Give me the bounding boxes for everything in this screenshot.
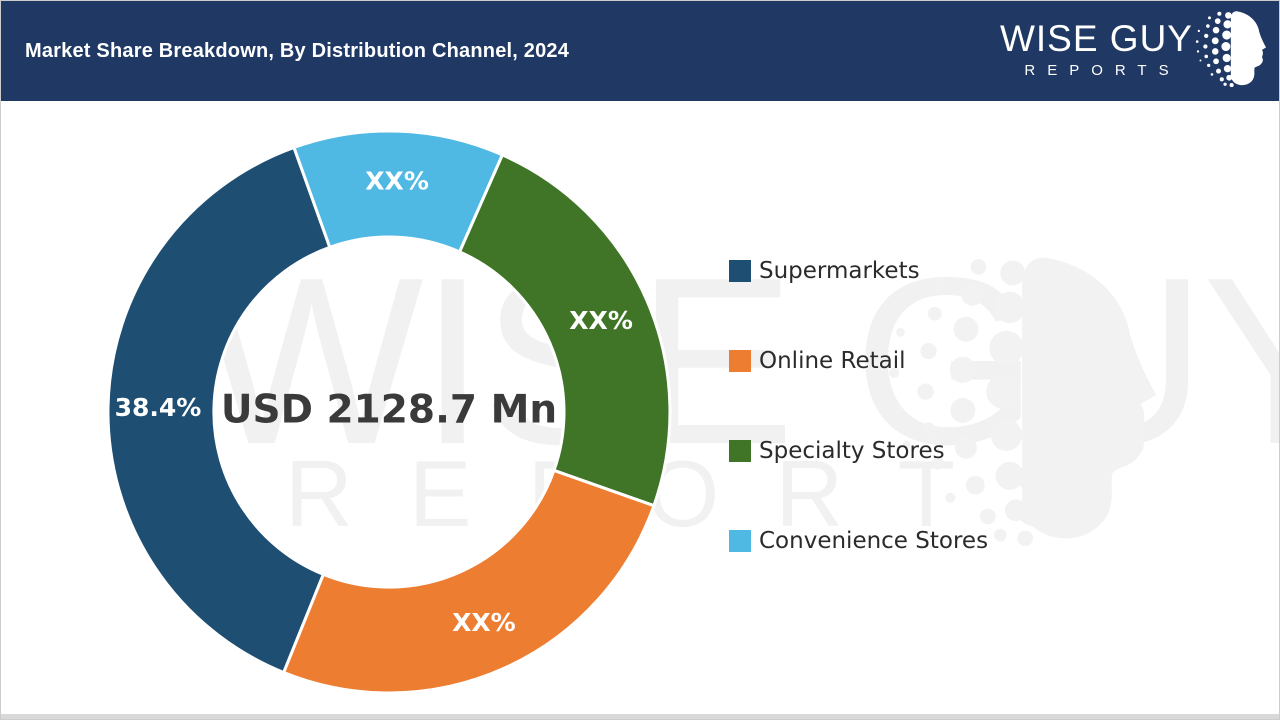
legend-swatch-supermarkets [729, 260, 751, 282]
logo-wordmark: WISE GUY [999, 18, 1193, 60]
legend-item-supermarkets: Supermarkets [729, 257, 988, 285]
donut-segment-specialty-stores [458, 153, 672, 508]
legend-item-specialty-stores: Specialty Stores [729, 437, 988, 465]
legend-label: Specialty Stores [759, 438, 945, 464]
logo-text: WISE GUY REPORTS [999, 18, 1193, 79]
legend-item-online-retail: Online Retail [729, 347, 988, 375]
donut-segment-label-online-retail: XX% [452, 608, 516, 637]
report-canvas: Market Share Breakdown, By Distribution … [0, 0, 1280, 720]
donut-chart: 38.4% XX% XX% XX% USD 2128.7 Mn [106, 129, 672, 695]
legend-item-convenience-stores: Convenience Stores [729, 527, 988, 555]
logo-subtitle: REPORTS [1024, 61, 1181, 79]
legend-swatch-specialty-stores [729, 440, 751, 462]
legend-label: Convenience Stores [759, 528, 989, 554]
legend: Supermarkets Online Retail Specialty Sto… [729, 257, 988, 617]
report-header: Market Share Breakdown, By Distribution … [1, 1, 1279, 101]
wiseguy-logo: WISE GUY REPORTS [1000, 5, 1271, 93]
donut-segment-label-supermarkets: 38.4% [115, 393, 202, 422]
donut-segment-online-retail [282, 468, 656, 695]
legend-label: Supermarkets [759, 258, 920, 284]
legend-swatch-online-retail [729, 350, 751, 372]
donut-segment-label-specialty-stores: XX% [569, 306, 633, 335]
donut-center-value: USD 2128.7 Mn [221, 388, 557, 433]
legend-label: Online Retail [759, 348, 906, 374]
report-title: Market Share Breakdown, By Distribution … [25, 39, 570, 62]
bottom-bar [1, 714, 1279, 719]
donut-segment-label-convenience-stores: XX% [365, 167, 429, 196]
legend-swatch-convenience-stores [729, 530, 751, 552]
logo-head-icon [1189, 5, 1271, 93]
